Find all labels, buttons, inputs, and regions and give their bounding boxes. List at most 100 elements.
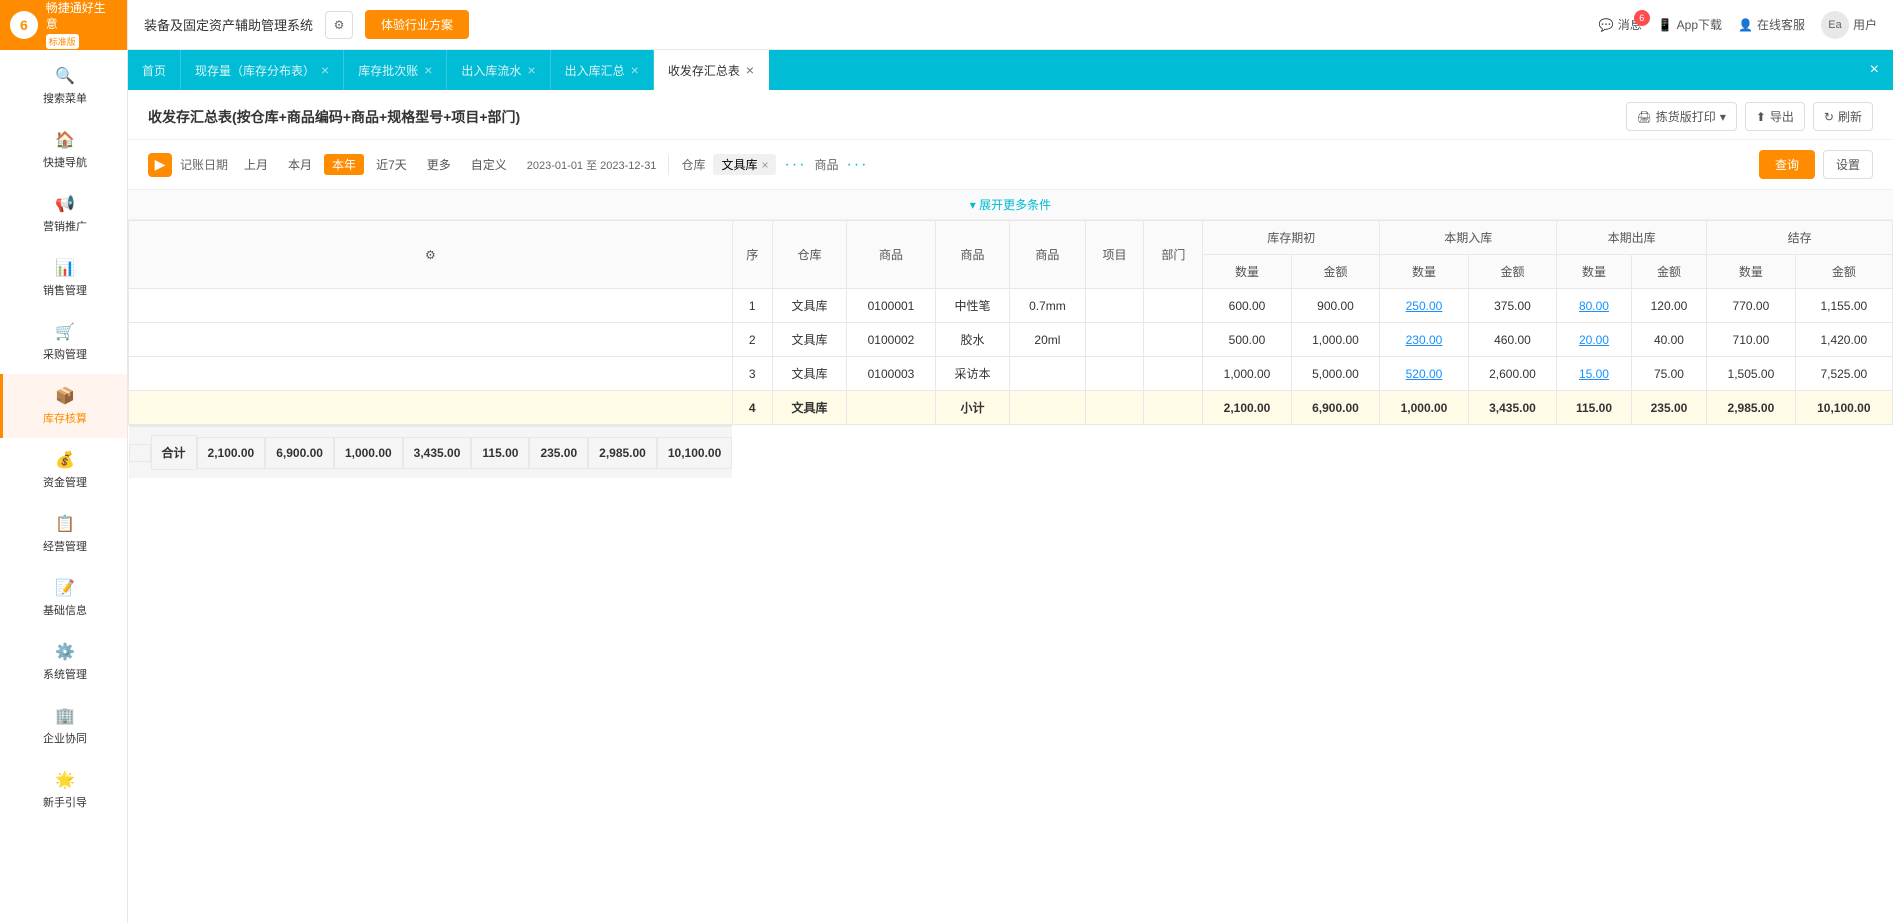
sidebar-item-operations[interactable]: 📋 经营管理	[0, 502, 127, 566]
inventory-icon: 📦	[55, 386, 75, 406]
avatar: Ea	[1821, 11, 1849, 39]
tab-close-receive-send-summary[interactable]: ×	[746, 63, 754, 77]
tab-close-inventory-dist[interactable]: ×	[321, 63, 329, 77]
warehouse-more-dots[interactable]: ···	[784, 156, 806, 174]
refresh-button[interactable]: ↻ 刷新	[1813, 102, 1873, 131]
system-title: 装备及固定资产辅助管理系统	[144, 15, 313, 34]
sidebar-nav: 🔍 搜索菜单 🏠 快捷导航 📢 营销推广 📊 销售管理 🛒 采购管理 📦 库存核…	[0, 50, 127, 923]
table-wrap: ⚙ 序 仓库 商品 商品 商品 项目 部门 库存期初 本期入库 本期出库 结存	[128, 220, 1893, 538]
tab-home[interactable]: 首页	[128, 50, 181, 90]
finance-icon: 💰	[55, 450, 75, 470]
table-row: 4文具库小计2,100.006,900.001,000.003,435.0011…	[129, 391, 1893, 425]
goods-more-dots[interactable]: ···	[846, 156, 868, 174]
th-closing-amt: 金额	[1795, 255, 1892, 289]
sidebar-item-finance[interactable]: 💰 资金管理	[0, 438, 127, 502]
marketing-icon: 📢	[55, 194, 75, 214]
tab-bar-close-button[interactable]: ×	[1856, 61, 1893, 79]
enterprise-icon: 🏢	[55, 706, 75, 726]
expand-icon: ▾	[970, 198, 976, 212]
th-no: 序	[732, 221, 772, 289]
sidebar-item-marketing[interactable]: 📢 营销推广	[0, 182, 127, 246]
date-label: 记账日期	[180, 156, 228, 173]
tab-in-out-flow[interactable]: 出入库流水 ×	[447, 50, 550, 90]
sidebar-item-search[interactable]: 🔍 搜索菜单	[0, 54, 127, 118]
tab-inventory-dist[interactable]: 现存量（库存分布表） ×	[181, 50, 344, 90]
th-project: 项目	[1085, 221, 1144, 289]
sidebar-item-purchase[interactable]: 🛒 采购管理	[0, 310, 127, 374]
try-industry-button[interactable]: 体验行业方案	[365, 10, 469, 39]
service-icon: 👤	[1738, 18, 1753, 32]
sidebar-item-inventory[interactable]: 📦 库存核算	[0, 374, 127, 438]
date-btn-more[interactable]: 更多	[419, 154, 459, 175]
total-opening-amt: 6,900.00	[265, 437, 334, 469]
warehouse-tag: 文具库 ×	[713, 154, 776, 175]
guide-icon: 🌟	[55, 770, 75, 790]
summary-table: ⚙ 序 仓库 商品 商品 商品 项目 部门 库存期初 本期入库 本期出库 结存	[128, 220, 1893, 478]
tab-close-batch-ledger[interactable]: ×	[424, 63, 432, 77]
warehouse-tag-close[interactable]: ×	[761, 158, 768, 172]
total-label-text: 合计	[151, 435, 197, 470]
app-download-action[interactable]: 📱 App下载	[1658, 16, 1722, 33]
online-service-action[interactable]: 👤 在线客服	[1738, 16, 1805, 33]
th-settings[interactable]: ⚙	[129, 221, 733, 289]
warehouse-label: 仓库	[681, 156, 705, 173]
date-btn-7days[interactable]: 近7天	[368, 154, 415, 175]
filter-toggle-button[interactable]: ▶	[148, 153, 172, 177]
logo-title: 畅捷通好生意	[46, 1, 117, 32]
th-in-amt: 金额	[1468, 255, 1556, 289]
phone-icon: 📱	[1658, 18, 1673, 32]
sidebar-item-system[interactable]: ⚙️ 系统管理	[0, 630, 127, 694]
filter-bar: ▶ 记账日期 上月 本月 本年 近7天 更多 自定义 2023-01-01 至 …	[128, 140, 1893, 190]
operations-icon: 📋	[55, 514, 75, 534]
table-row: 2文具库0100002胶水20ml500.001,000.00230.00460…	[129, 323, 1893, 357]
logo-badge: 标准版	[46, 34, 79, 49]
tab-receive-send-summary[interactable]: 收发存汇总表 ×	[654, 50, 769, 90]
total-in-amt: 3,435.00	[403, 437, 472, 469]
export-icon: ⬆	[1756, 110, 1766, 124]
th-goods-code: 商品	[847, 221, 935, 289]
th-in-qty: 数量	[1380, 255, 1468, 289]
sales-icon: 📊	[55, 258, 75, 278]
top-header: 装备及固定资产辅助管理系统 ⚙ 体验行业方案 💬 消息 6 📱 App下载 👤 …	[128, 0, 1893, 50]
th-group-opening: 库存期初	[1203, 221, 1380, 255]
th-out-qty: 数量	[1557, 255, 1632, 289]
filter-setting-button[interactable]: 设置	[1823, 150, 1873, 179]
sidebar-item-sales[interactable]: 📊 销售管理	[0, 246, 127, 310]
logo-icon: 6	[10, 11, 38, 39]
tab-close-in-out-summary[interactable]: ×	[631, 63, 639, 77]
tab-bar: 首页 现存量（库存分布表） × 库存批次账 × 出入库流水 × 出入库汇总 × …	[128, 50, 1893, 90]
th-opening-amt: 金额	[1291, 255, 1379, 289]
total-row: 合计 2,100.00 6,900.00 1,000.00 3,435.00 1…	[129, 425, 733, 478]
page-title: 收发存汇总表(按仓库+商品编码+商品+规格型号+项目+部门)	[148, 107, 520, 127]
date-btn-this-month[interactable]: 本月	[280, 154, 320, 175]
goods-label: 商品	[814, 156, 838, 173]
settings-button[interactable]: ⚙	[325, 11, 353, 39]
table-row: 3文具库0100003采访本1,000.005,000.00520.002,60…	[129, 357, 1893, 391]
query-button[interactable]: 查询	[1759, 150, 1815, 179]
expand-more-link[interactable]: ▾ 展开更多条件	[970, 198, 1051, 212]
print-button[interactable]: 🖨 拣货版打印 ▾	[1626, 102, 1737, 131]
date-btn-custom[interactable]: 自定义	[463, 154, 515, 175]
divider	[668, 155, 669, 175]
sidebar-logo: 6 畅捷通好生意 标准版	[0, 0, 127, 50]
th-goods-name: 商品	[935, 221, 1010, 289]
message-badge: 6	[1634, 10, 1650, 26]
tab-batch-ledger[interactable]: 库存批次账 ×	[344, 50, 447, 90]
sidebar-item-guide[interactable]: 🌟 新手引导	[0, 758, 127, 822]
sidebar-item-quick-nav[interactable]: 🏠 快捷导航	[0, 118, 127, 182]
sidebar-item-enterprise[interactable]: 🏢 企业协同	[0, 694, 127, 758]
page-title-bar: 收发存汇总表(按仓库+商品编码+商品+规格型号+项目+部门) 🖨 拣货版打印 ▾…	[128, 90, 1893, 140]
tab-in-out-summary[interactable]: 出入库汇总 ×	[551, 50, 654, 90]
table-row: 1文具库0100001中性笔0.7mm600.00900.00250.00375…	[129, 289, 1893, 323]
date-btn-last-month[interactable]: 上月	[236, 154, 276, 175]
home-icon: 🏠	[55, 130, 75, 150]
user-action[interactable]: Ea 用户	[1821, 11, 1877, 39]
tab-close-in-out-flow[interactable]: ×	[527, 63, 535, 77]
th-goods-spec: 商品	[1010, 221, 1085, 289]
date-btn-this-year[interactable]: 本年	[324, 154, 364, 175]
export-button[interactable]: ⬆ 导出	[1745, 102, 1805, 131]
th-out-amt: 金额	[1631, 255, 1706, 289]
message-action[interactable]: 💬 消息 6	[1599, 16, 1642, 33]
base-icon: 📝	[55, 578, 75, 598]
sidebar-item-base[interactable]: 📝 基础信息	[0, 566, 127, 630]
